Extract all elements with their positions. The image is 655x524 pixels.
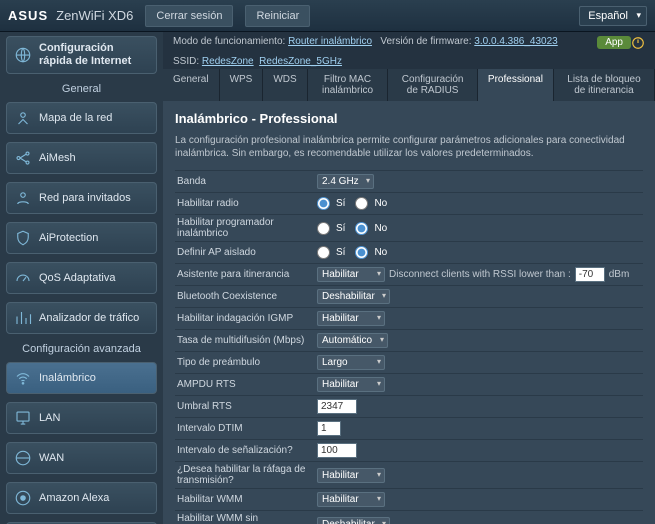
alexa-icon — [13, 488, 33, 508]
quick-setup[interactable]: Configuraciónrápida de Internet — [6, 36, 157, 74]
sidebar-item-traffic[interactable]: Analizador de tráfico — [6, 302, 157, 334]
pream-select[interactable]: Largo — [317, 355, 385, 370]
rts-input[interactable] — [317, 399, 357, 414]
tab-mac-filter[interactable]: Filtro MAC inalámbrico — [308, 69, 389, 101]
general-header: General — [0, 78, 163, 98]
ssid2-link[interactable]: RedesZone_5GHz — [259, 56, 342, 67]
wan-icon — [13, 448, 33, 468]
band-select[interactable]: 2.4 GHz — [317, 174, 374, 189]
power-icon[interactable] — [631, 36, 645, 50]
mode-link[interactable]: Router inalámbrico — [288, 36, 372, 47]
map-icon — [13, 108, 33, 128]
guest-icon — [13, 188, 33, 208]
chart-icon — [13, 308, 33, 328]
wmm-select[interactable]: Habilitar — [317, 492, 385, 507]
model-name: ZenWiFi XD6 — [56, 8, 133, 23]
sidebar-item-wan[interactable]: WAN — [6, 442, 157, 474]
band-label: Banda — [175, 176, 317, 187]
roam-label: Asistente para itinerancia — [175, 269, 317, 280]
radio-label: Habilitar radio — [175, 198, 317, 209]
beacon-input[interactable] — [317, 443, 357, 458]
pream-label: Tipo de preámbulo — [175, 357, 317, 368]
mcast-select[interactable]: Automático — [317, 333, 388, 348]
tab-professional[interactable]: Professional — [478, 69, 554, 101]
sidebar: Configuraciónrápida de Internet General … — [0, 32, 163, 524]
language-select[interactable]: Español — [579, 6, 647, 26]
sidebar-item-wireless[interactable]: Inalámbrico — [6, 362, 157, 394]
apiso-label: Definir AP aislado — [175, 247, 317, 258]
sidebar-item-aiprotection[interactable]: AiProtection — [6, 222, 157, 254]
roam-select[interactable]: Habilitar — [317, 267, 385, 282]
wmmack-select[interactable]: Deshabilitar — [317, 517, 390, 524]
mesh-icon — [13, 148, 33, 168]
dtim-label: Intervalo DTIM — [175, 423, 317, 434]
radio-no[interactable] — [355, 197, 368, 210]
bt-select[interactable]: Deshabilitar — [317, 289, 390, 304]
apiso-yes[interactable] — [317, 246, 330, 259]
rts-label: Umbral RTS — [175, 401, 317, 412]
sched-no[interactable] — [355, 222, 368, 235]
sidebar-item-network-map[interactable]: Mapa de la red — [6, 102, 157, 134]
beacon-label: Intervalo de señalización? — [175, 445, 317, 456]
sidebar-item-lan[interactable]: LAN — [6, 402, 157, 434]
igmp-label: Habilitar indagación IGMP — [175, 313, 317, 324]
info-mode: Modo de funcionamiento: Router inalámbri… — [163, 32, 655, 52]
ssid1-link[interactable]: RedesZone — [202, 56, 254, 67]
wmmack-label: Habilitar WMM sin confirmación — [175, 513, 317, 524]
brand-logo: ASUS — [8, 8, 48, 23]
ampdu-label: AMPDU RTS — [175, 379, 317, 390]
tab-general[interactable]: General — [163, 69, 220, 101]
content: Inalámbrico - Professional La configurac… — [163, 101, 655, 524]
shield-icon — [13, 228, 33, 248]
sidebar-item-guest[interactable]: Red para invitados — [6, 182, 157, 214]
lan-icon — [13, 408, 33, 428]
app-button[interactable]: App — [597, 36, 631, 49]
page-desc: La configuración profesional inalámbrica… — [175, 134, 643, 160]
info-ssid: SSID: RedesZone RedesZone_5GHz — [163, 52, 655, 69]
sidebar-item-qos[interactable]: QoS Adaptativa — [6, 262, 157, 294]
sidebar-item-aimesh[interactable]: AiMesh — [6, 142, 157, 174]
tabs: General WPS WDS Filtro MAC inalámbrico C… — [163, 69, 655, 101]
page-title: Inalámbrico - Professional — [175, 111, 643, 126]
sched-label: Habilitar programador inalámbrico — [175, 217, 317, 239]
tab-roaming-block[interactable]: Lista de bloqueo de itinerancia — [554, 69, 655, 101]
tab-radius[interactable]: Configuración de RADIUS — [388, 69, 478, 101]
bt-label: Bluetooth Coexistence — [175, 291, 317, 302]
igmp-select[interactable]: Habilitar — [317, 311, 385, 326]
ampdu-select[interactable]: Habilitar — [317, 377, 385, 392]
fw-link[interactable]: 3.0.0.4.386_43023 — [474, 36, 557, 47]
gauge-icon — [13, 268, 33, 288]
apiso-no[interactable] — [355, 246, 368, 259]
logout-button[interactable]: Cerrar sesión — [145, 5, 233, 27]
burst-label: ¿Desea habilitar la ráfaga de transmisió… — [175, 464, 317, 486]
tab-wps[interactable]: WPS — [220, 69, 264, 101]
burst-select[interactable]: Habilitar — [317, 468, 385, 483]
wmm-label: Habilitar WMM — [175, 494, 317, 505]
mcast-label: Tasa de multidifusión (Mbps) — [175, 335, 317, 346]
topbar: ASUS ZenWiFi XD6 Cerrar sesión Reiniciar… — [0, 0, 655, 32]
dtim-input[interactable] — [317, 421, 341, 436]
radio-yes[interactable] — [317, 197, 330, 210]
sched-yes[interactable] — [317, 222, 330, 235]
tab-wds[interactable]: WDS — [263, 69, 307, 101]
rssi-input[interactable] — [575, 267, 605, 282]
globe-icon — [13, 45, 33, 65]
reboot-button[interactable]: Reiniciar — [245, 5, 310, 27]
wifi-icon — [13, 368, 33, 388]
advanced-header: Configuración avanzada — [0, 338, 163, 358]
sidebar-item-alexa[interactable]: Amazon Alexa — [6, 482, 157, 514]
